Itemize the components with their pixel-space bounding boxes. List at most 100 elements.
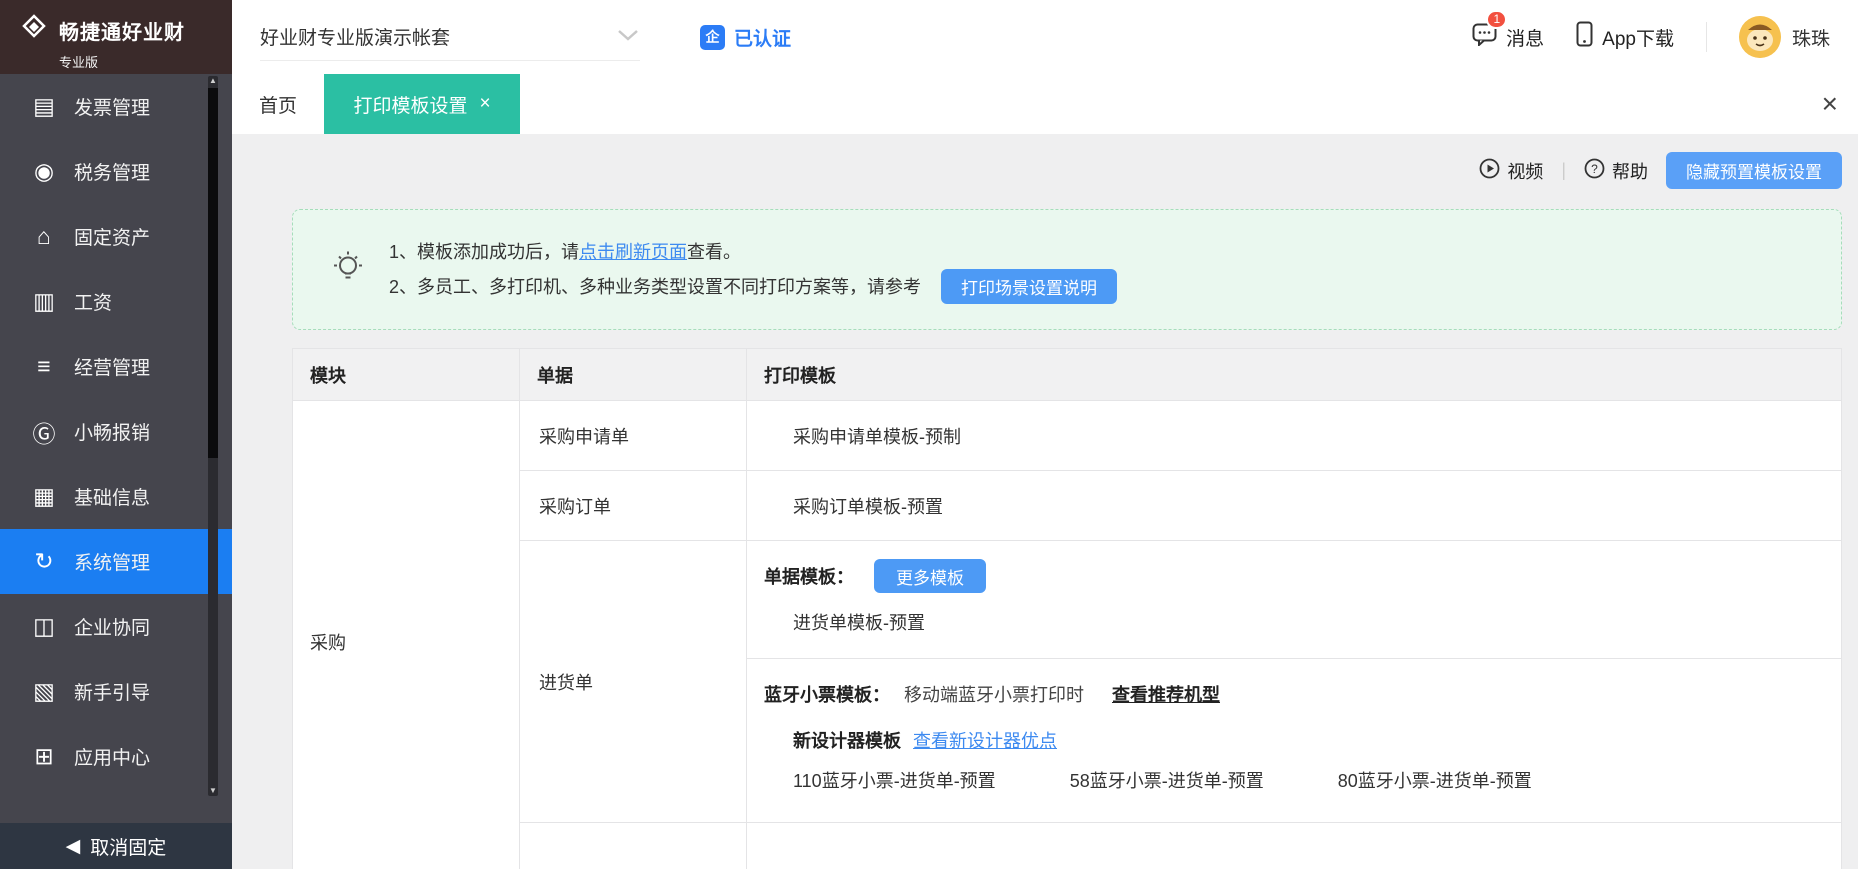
help-label: 帮助 <box>1612 161 1648 182</box>
refresh-page-link[interactable]: 点击刷新页面 <box>579 235 687 269</box>
chevron-down-icon <box>616 26 640 48</box>
messages-label: 消息 <box>1506 28 1545 50</box>
sidebar-item-label: 固定资产 <box>74 228 151 249</box>
verified-icon: 企 <box>700 24 725 50</box>
table-header-row: 模块 单据 打印模板 <box>292 348 1842 401</box>
sidebar-item-label: 税务管理 <box>74 163 151 184</box>
account-selector[interactable]: 好业财专业版演示帐套 <box>260 13 640 61</box>
sidebar-item-collab[interactable]: ◫ 企业协同 <box>0 594 232 659</box>
tab-print-template-settings[interactable]: 打印模板设置 × <box>324 74 520 134</box>
doc-cell: 采购订单 <box>519 470 747 541</box>
tab-home-label: 首页 <box>258 95 297 117</box>
phone-icon <box>1576 21 1593 53</box>
question-circle-icon: ? <box>1584 158 1605 184</box>
unpin-icon: ◀ <box>65 835 81 857</box>
sidebar-item-salary[interactable]: ▥ 工资 <box>0 269 232 334</box>
sidebar-item-basic-info[interactable]: ▦ 基础信息 <box>0 464 232 529</box>
sidebar-item-label: 基础信息 <box>74 488 151 509</box>
sidebar-item-reimburse[interactable]: Ⓖ 小畅报销 <box>0 399 232 464</box>
verified-badge: 企 已认证 <box>700 24 791 51</box>
collab-icon: ◫ <box>33 613 55 639</box>
toolbar-separator: | <box>1561 160 1566 180</box>
bluetooth-template-item: 80蓝牙小票-进货单-预置 <box>1337 771 1532 791</box>
play-circle-icon <box>1479 158 1500 184</box>
header-template: 打印模板 <box>746 348 1842 401</box>
bluetooth-template-label: 蓝牙小票模板： <box>764 685 890 705</box>
sidebar-item-label: 新手引导 <box>74 683 151 704</box>
scroll-down-icon[interactable]: ▼ <box>208 786 218 796</box>
sidebar-item-label: 工资 <box>74 293 113 314</box>
system-icon: ↻ <box>34 548 54 574</box>
more-templates-button[interactable]: 更多模板 <box>874 559 986 593</box>
sidebar-item-label: 企业协同 <box>74 618 151 639</box>
sidebar-item-tax[interactable]: ◉ 税务管理 <box>0 139 232 204</box>
sidebar-item-invoice[interactable]: ▤ 发票管理 <box>0 74 232 139</box>
header-document: 单据 <box>519 348 747 401</box>
inbound-template-section: 单据模板： 更多模板 进货单模板-预置 <box>746 540 1842 659</box>
table-row <box>293 822 1842 869</box>
messages-button[interactable]: 1 消息 <box>1472 9 1545 52</box>
print-scene-settings-button[interactable]: 打印场景设置说明 <box>941 269 1118 304</box>
new-designer-label: 新设计器模板 <box>793 731 901 751</box>
sidebar-item-label: 小畅报销 <box>74 423 151 444</box>
sidebar-item-guide[interactable]: ▧ 新手引导 <box>0 659 232 724</box>
invoice-icon: ▤ <box>33 93 55 119</box>
bluetooth-template-item: 58蓝牙小票-进货单-预置 <box>1069 771 1264 791</box>
doc-cell-inbound: 进货单 <box>519 540 747 823</box>
user-menu[interactable]: 珠珠 <box>1738 16 1830 58</box>
bluetooth-hint: 移动端蓝牙小票打印时 <box>904 685 1084 705</box>
sidebar-item-app-center[interactable]: ⊞ 应用中心 <box>0 724 232 789</box>
video-button[interactable]: 视频 <box>1479 158 1543 184</box>
brand-logo-icon <box>18 12 50 49</box>
sidebar-item-label: 经营管理 <box>74 358 151 379</box>
print-template-table: 模块 单据 打印模板 采购 采购申请单 采购申请单模板-预制 采购订单 采购订单… <box>292 348 1842 869</box>
sidebar-item-label: 应用中心 <box>74 748 151 769</box>
bluetooth-template-section: 蓝牙小票模板： 移动端蓝牙小票打印时 查看推荐机型 新设计器模板 查看新设计器优… <box>746 658 1842 823</box>
sidebar-item-operations[interactable]: ≡ 经营管理 <box>0 334 232 399</box>
sidebar-scrollbar[interactable]: ▲ ▼ <box>208 76 218 796</box>
sidebar-unpin-button[interactable]: ◀ 取消固定 <box>0 823 232 869</box>
new-designer-advantages-link[interactable]: 查看新设计器优点 <box>913 727 1057 753</box>
hide-preset-templates-button[interactable]: 隐藏预置模板设置 <box>1666 152 1842 189</box>
page-toolbar: 视频 | ? 帮助 隐藏预置模板设置 <box>292 152 1842 189</box>
guide-icon: ▧ <box>33 678 55 704</box>
building-icon: ⌂ <box>37 223 51 249</box>
recommended-models-link[interactable]: 查看推荐机型 <box>1112 681 1220 707</box>
scroll-up-icon[interactable]: ▲ <box>208 76 218 86</box>
table-row: 采购 采购申请单 采购申请单模板-预制 <box>292 400 1842 869</box>
topbar: 好业财专业版演示帐套 企 已认证 1 消息 App下载 珠珠 <box>232 0 1858 74</box>
app-download-button[interactable]: App下载 <box>1576 21 1674 53</box>
reimburse-icon: Ⓖ <box>32 420 56 447</box>
close-all-tabs-icon[interactable]: × <box>1822 90 1838 118</box>
bluetooth-template-list: 110蓝牙小票-进货单-预置 58蓝牙小票-进货单-预置 80蓝牙小票-进货单-… <box>747 753 1841 793</box>
notice-box: 1、模板添加成功后，请 点击刷新页面 查看。 2、多员工、多打印机、多种业务类型… <box>292 209 1842 330</box>
sidebar-item-label: 系统管理 <box>74 553 151 574</box>
template-cell <box>746 822 1842 869</box>
video-label: 视频 <box>1507 161 1544 182</box>
tabbar: 首页 打印模板设置 × × <box>232 74 1858 134</box>
scrollbar-thumb[interactable] <box>208 88 218 458</box>
notice-line-2: 2、多员工、多打印机、多种业务类型设置不同打印方案等，请参考 打印场景设置说明 <box>389 269 1811 304</box>
bluetooth-template-item: 110蓝牙小票-进货单-预置 <box>793 771 996 791</box>
messages-count-badge: 1 <box>1486 9 1508 29</box>
sidebar-item-fixed-assets[interactable]: ⌂ 固定资产 <box>0 204 232 269</box>
sidebar-item-system[interactable]: ↻ 系统管理 <box>0 529 232 594</box>
notice-line1-suffix: 查看。 <box>687 242 742 262</box>
doc-cell: 采购申请单 <box>519 400 747 471</box>
salary-icon: ▥ <box>33 288 55 314</box>
topbar-divider <box>1705 22 1707 52</box>
template-cell: 采购订单模板-预置 <box>746 470 1842 541</box>
tab-home[interactable]: 首页 <box>232 74 324 134</box>
help-button[interactable]: ? 帮助 <box>1584 158 1648 184</box>
unpin-label: 取消固定 <box>90 837 167 859</box>
sidebar-item-label: 发票管理 <box>74 98 151 119</box>
tax-icon: ◉ <box>33 158 55 184</box>
notice-line1-text: 1、模板添加成功后，请 <box>389 242 580 262</box>
svg-text:?: ? <box>1591 161 1598 175</box>
inbound-template-name: 进货单模板-预置 <box>793 613 925 633</box>
main-content: 视频 | ? 帮助 隐藏预置模板设置 1、模板添加成功后，请 点击刷新页面 查看… <box>232 134 1858 869</box>
table-row: 采购订单 采购订单模板-预置 <box>293 470 1842 541</box>
brand-title: 畅捷通好业财 <box>59 22 185 44</box>
app-window: 畅捷通好业财 专业版 ▤ 发票管理 ◉ 税务管理 ⌂ 固定资产 ▥ 工资 ≡ 经… <box>0 0 1858 869</box>
tab-close-icon[interactable]: × <box>479 93 490 115</box>
